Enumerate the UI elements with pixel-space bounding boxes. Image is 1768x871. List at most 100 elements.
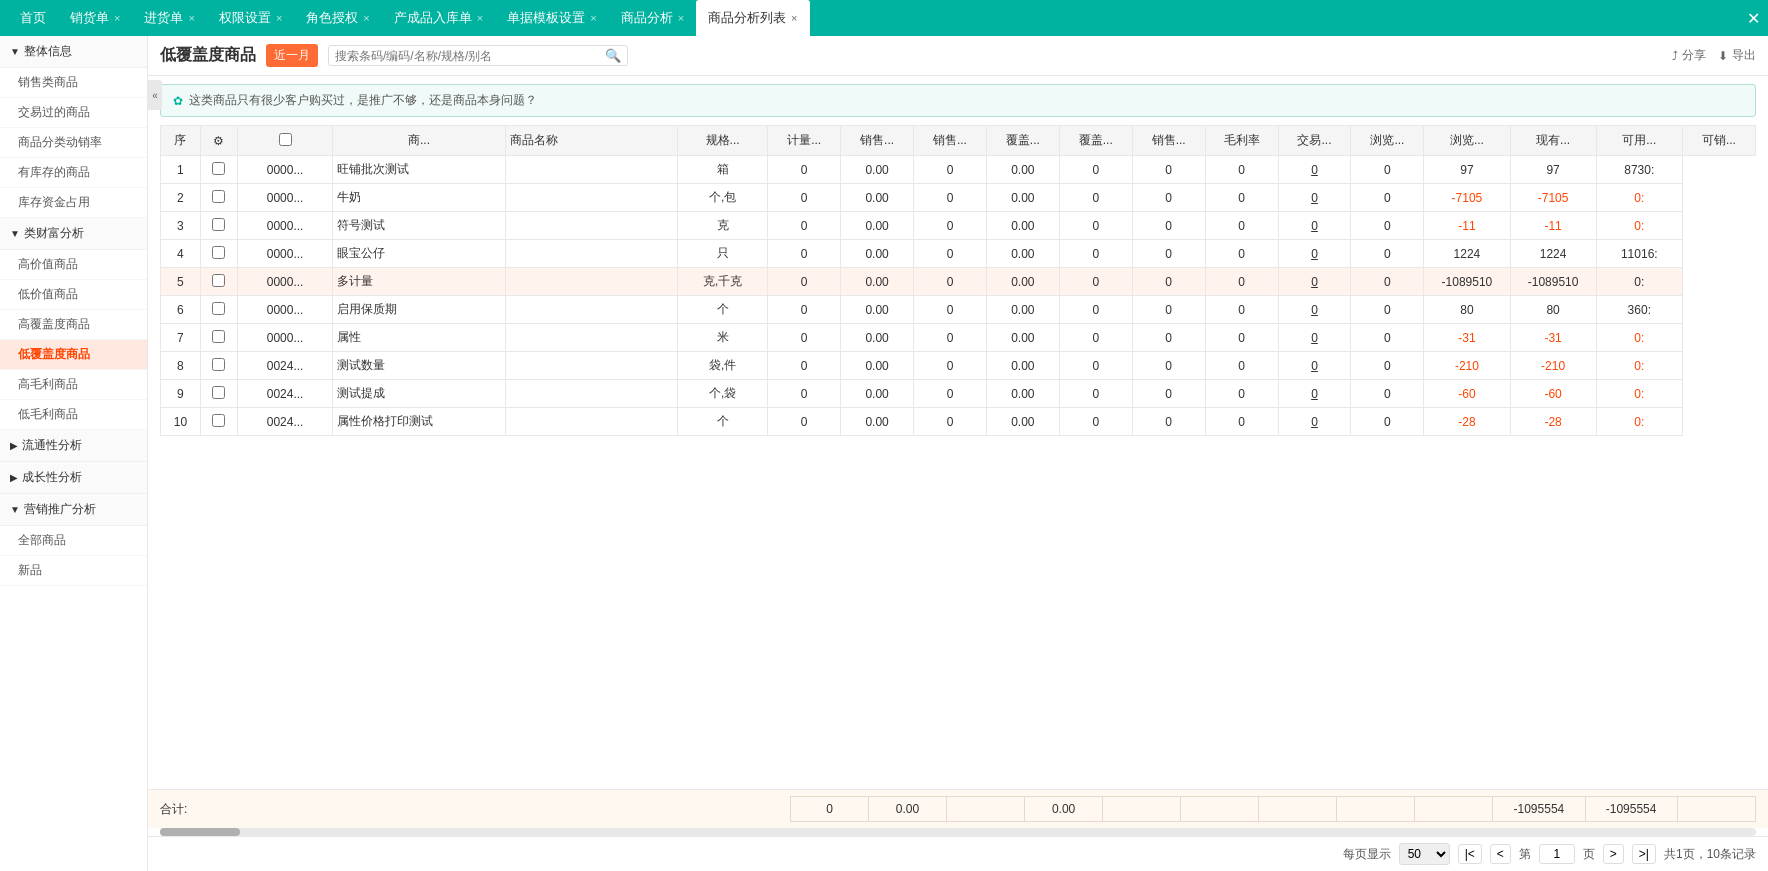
sidebar-item-category-rate[interactable]: 商品分类动销率 bbox=[0, 128, 147, 158]
cell-salable: 0: bbox=[1596, 324, 1682, 352]
sidebar-section-wealth[interactable]: ▼ 类财富分析 bbox=[0, 218, 147, 250]
row-checkbox[interactable] bbox=[212, 190, 225, 203]
content-area: 低覆盖度商品 近一月 🔍 ⤴ 分享 ⬇ 导出 ✿ 这类商品只有很少客户购买过，是… bbox=[148, 36, 1768, 871]
sidebar-item-low-margin[interactable]: 低毛利商品 bbox=[0, 400, 147, 430]
page-input[interactable] bbox=[1539, 844, 1575, 864]
sidebar-item-high-margin[interactable]: 高毛利商品 bbox=[0, 370, 147, 400]
cell-name: 眼宝公仔 bbox=[333, 240, 505, 268]
cell-browse2: 0 bbox=[1351, 352, 1424, 380]
row-checkbox[interactable] bbox=[212, 330, 225, 343]
per-page-select[interactable]: 50 20 100 bbox=[1399, 843, 1450, 865]
time-filter-button[interactable]: 近一月 bbox=[266, 44, 318, 67]
cell-spec bbox=[505, 324, 677, 352]
row-checkbox[interactable] bbox=[212, 414, 225, 427]
prev-page-button[interactable]: < bbox=[1490, 844, 1511, 864]
close-icon[interactable]: × bbox=[791, 12, 797, 24]
total-cover2: 0.00 bbox=[1025, 797, 1103, 822]
col-header-settings[interactable]: ⚙ bbox=[200, 126, 237, 156]
close-icon[interactable]: × bbox=[678, 12, 684, 24]
sidebar-section-liquidity[interactable]: ▶ 流通性分析 bbox=[0, 430, 147, 462]
sidebar-item-low-value[interactable]: 低价值商品 bbox=[0, 280, 147, 310]
cell-salable: 0: bbox=[1596, 184, 1682, 212]
close-icon[interactable]: × bbox=[276, 12, 282, 24]
scrollbar-thumb[interactable] bbox=[160, 828, 240, 836]
search-box: 🔍 bbox=[328, 45, 628, 66]
sidebar-items-marketing: 全部商品 新品 bbox=[0, 526, 147, 586]
sidebar-section-growth[interactable]: ▶ 成长性分析 bbox=[0, 462, 147, 494]
close-icon[interactable]: × bbox=[590, 12, 596, 24]
col-header-name: 商品名称 bbox=[505, 126, 677, 156]
sidebar-item-stocked-goods[interactable]: 有库存的商品 bbox=[0, 158, 147, 188]
search-input[interactable] bbox=[335, 49, 605, 63]
nav-tab-home[interactable]: 首页 bbox=[8, 0, 58, 36]
cell-browse1[interactable]: 0 bbox=[1278, 212, 1351, 240]
row-checkbox[interactable] bbox=[212, 246, 225, 259]
page-label: 第 bbox=[1519, 846, 1531, 863]
cell-num: 1 bbox=[161, 156, 201, 184]
nav-tab-goods-analysis-list[interactable]: 商品分析列表 × bbox=[696, 0, 809, 36]
cell-current: 1224 bbox=[1424, 240, 1510, 268]
nav-tab-sales[interactable]: 销货单 × bbox=[58, 0, 132, 36]
total-sales3 bbox=[1103, 797, 1181, 822]
cell-current: -31 bbox=[1424, 324, 1510, 352]
cell-browse1[interactable]: 0 bbox=[1278, 296, 1351, 324]
cell-browse1[interactable]: 0 bbox=[1278, 352, 1351, 380]
scrollbar-track[interactable] bbox=[160, 828, 1756, 836]
cell-browse1[interactable]: 0 bbox=[1278, 324, 1351, 352]
nav-tab-product-inbound[interactable]: 产成品入库单 × bbox=[382, 0, 495, 36]
nav-tab-permissions[interactable]: 权限设置 × bbox=[207, 0, 294, 36]
row-checkbox[interactable] bbox=[212, 302, 225, 315]
last-page-button[interactable]: >| bbox=[1632, 844, 1656, 864]
cell-sales3: 0 bbox=[1059, 324, 1132, 352]
select-all-checkbox[interactable] bbox=[279, 133, 292, 146]
sidebar-section-overall[interactable]: ▼ 整体信息 bbox=[0, 36, 147, 68]
sidebar-item-all-goods[interactable]: 全部商品 bbox=[0, 526, 147, 556]
window-close-button[interactable]: ✕ bbox=[1747, 9, 1760, 28]
row-checkbox[interactable] bbox=[212, 162, 225, 175]
cell-browse1[interactable]: 0 bbox=[1278, 240, 1351, 268]
export-button[interactable]: ⬇ 导出 bbox=[1718, 47, 1756, 64]
sidebar-item-sales-goods[interactable]: 销售类商品 bbox=[0, 68, 147, 98]
cell-browse1[interactable]: 0 bbox=[1278, 156, 1351, 184]
col-header-avail: 可用... bbox=[1596, 126, 1682, 156]
nav-tab-template[interactable]: 单据模板设置 × bbox=[495, 0, 608, 36]
col-header-unit: 计量... bbox=[768, 126, 841, 156]
nav-tab-goods-analysis[interactable]: 商品分析 × bbox=[609, 0, 696, 36]
sidebar-collapse-button[interactable]: « bbox=[148, 80, 162, 110]
sidebar-item-high-coverage[interactable]: 高覆盖度商品 bbox=[0, 310, 147, 340]
next-page-button[interactable]: > bbox=[1603, 844, 1624, 864]
cell-browse1[interactable]: 0 bbox=[1278, 380, 1351, 408]
cell-spec bbox=[505, 184, 677, 212]
table-row: 3 0000... 符号测试 克 0 0.00 0 0.00 0 0 0 0 0… bbox=[161, 212, 1756, 240]
close-icon[interactable]: × bbox=[477, 12, 483, 24]
cell-sales-count: 0 bbox=[768, 324, 841, 352]
close-icon[interactable]: × bbox=[363, 12, 369, 24]
row-checkbox[interactable] bbox=[212, 386, 225, 399]
cell-browse1[interactable]: 0 bbox=[1278, 184, 1351, 212]
cell-trade: 0 bbox=[1205, 184, 1278, 212]
close-icon[interactable]: × bbox=[114, 12, 120, 24]
sidebar-item-new-goods[interactable]: 新品 bbox=[0, 556, 147, 586]
share-button[interactable]: ⤴ 分享 bbox=[1672, 47, 1706, 64]
sidebar-item-traded-goods[interactable]: 交易过的商品 bbox=[0, 98, 147, 128]
cell-gross: 0 bbox=[1132, 352, 1205, 380]
cell-gross: 0 bbox=[1132, 212, 1205, 240]
settings-icon[interactable]: ⚙ bbox=[213, 134, 224, 148]
sidebar-items-overall: 销售类商品 交易过的商品 商品分类动销率 有库存的商品 库存资金占用 bbox=[0, 68, 147, 218]
nav-tab-purchase[interactable]: 进货单 × bbox=[132, 0, 206, 36]
row-checkbox[interactable] bbox=[212, 218, 225, 231]
sidebar-item-inventory-capital[interactable]: 库存资金占用 bbox=[0, 188, 147, 218]
cell-browse1[interactable]: 0 bbox=[1278, 268, 1351, 296]
first-page-button[interactable]: |< bbox=[1458, 844, 1482, 864]
nav-tab-roles[interactable]: 角色授权 × bbox=[294, 0, 381, 36]
sidebar-item-high-value[interactable]: 高价值商品 bbox=[0, 250, 147, 280]
sidebar-item-low-coverage[interactable]: 低覆盖度商品 bbox=[0, 340, 147, 370]
row-checkbox[interactable] bbox=[212, 358, 225, 371]
cell-trade: 0 bbox=[1205, 408, 1278, 436]
row-checkbox[interactable] bbox=[212, 274, 225, 287]
cell-num: 5 bbox=[161, 268, 201, 296]
close-icon[interactable]: × bbox=[188, 12, 194, 24]
cell-browse1[interactable]: 0 bbox=[1278, 408, 1351, 436]
total-trade bbox=[1259, 797, 1337, 822]
sidebar-section-marketing[interactable]: ▼ 营销推广分析 bbox=[0, 494, 147, 526]
